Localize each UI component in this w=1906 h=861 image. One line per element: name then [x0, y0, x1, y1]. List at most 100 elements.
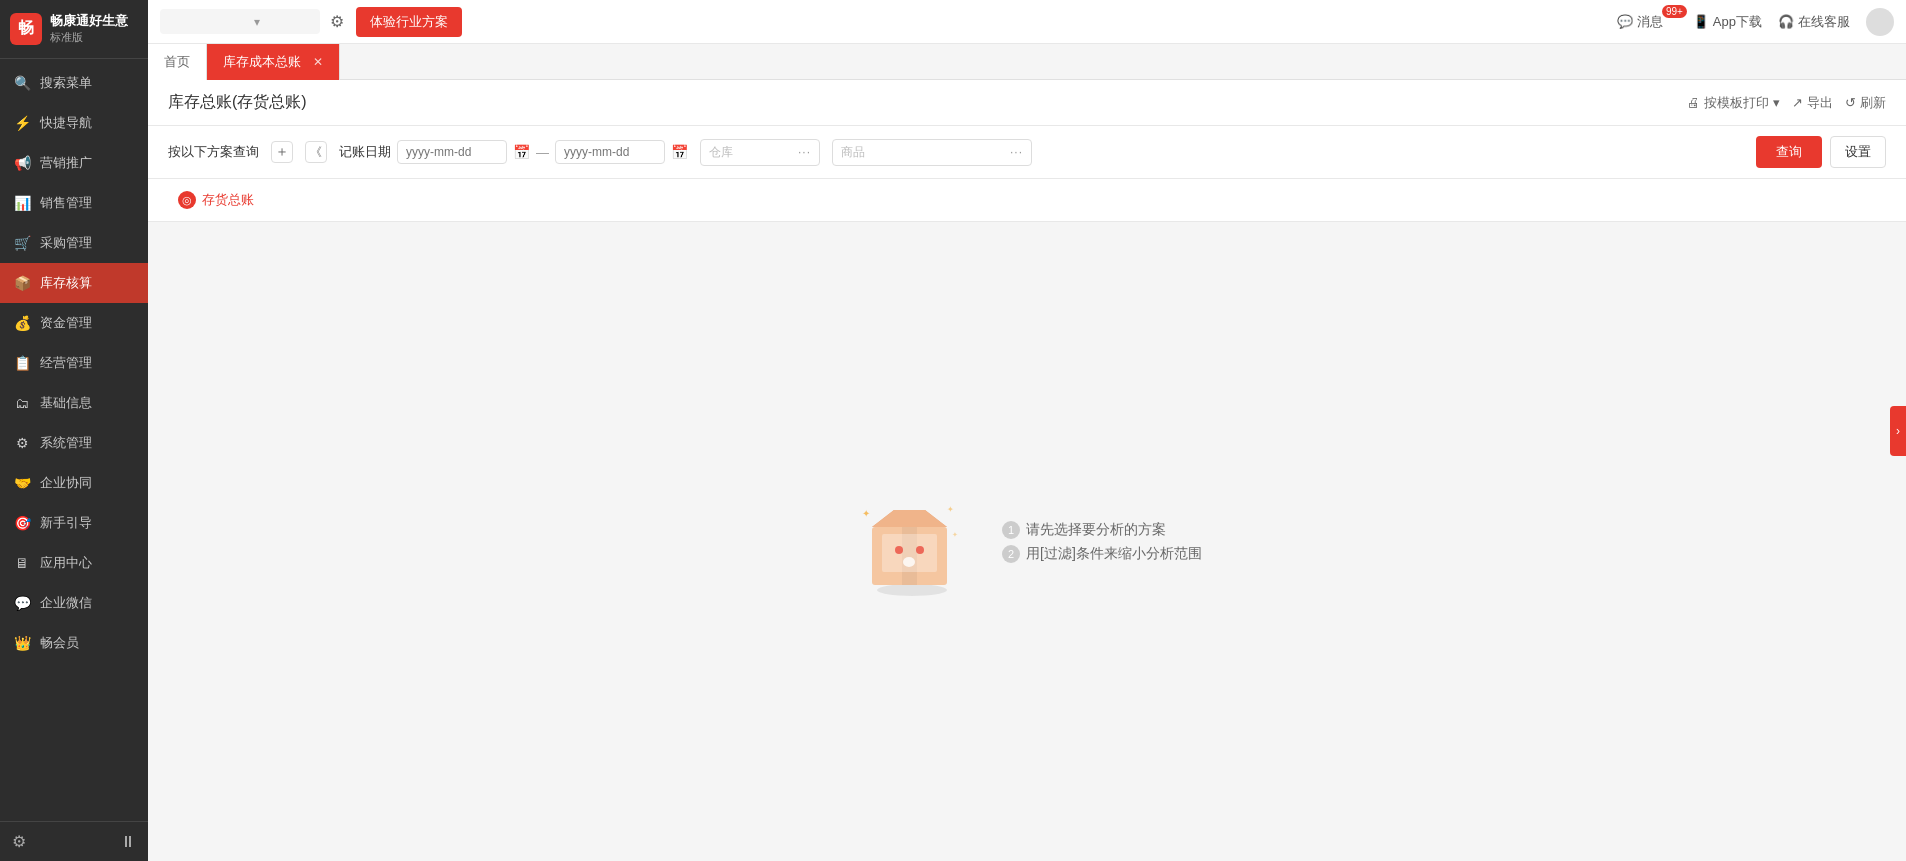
filter-bar: 按以下方案查询 ＋ 《 记账日期 📅 — 📅 仓库 ··· 商品 ··· 查询 — [148, 126, 1906, 179]
scheme-name: 存货总账 — [202, 191, 254, 209]
logo-sub: 标准版 — [50, 30, 128, 45]
date-filter-group: 记账日期 📅 — 📅 — [339, 140, 688, 164]
tabs-bar: 首页 库存成本总账 ✕ — [148, 44, 1906, 80]
headset-icon: 🎧 — [1778, 14, 1794, 29]
sidebar-item-label-basic-info: 基础信息 — [40, 394, 92, 412]
product-select[interactable]: 商品 ··· — [832, 139, 1032, 166]
tab-inventory-cost[interactable]: 库存成本总账 ✕ — [207, 44, 340, 80]
warehouse-select[interactable]: 仓库 ··· — [700, 139, 820, 166]
finance-icon: 💰 — [12, 313, 32, 333]
sidebar-item-finance[interactable]: 💰 资金管理 — [0, 303, 148, 343]
export-label: 导出 — [1807, 94, 1833, 112]
sidebar-item-vip[interactable]: 👑 畅会员 — [0, 623, 148, 663]
collapse-icon[interactable]: ⏸ — [120, 833, 136, 851]
sidebar-item-label-purchase: 采购管理 — [40, 234, 92, 252]
hint2-text: 用[过滤]条件来缩小分析范围 — [1026, 545, 1202, 563]
vip-icon: 👑 — [12, 633, 32, 653]
refresh-label: 刷新 — [1860, 94, 1886, 112]
date-start-input[interactable] — [397, 140, 507, 164]
sidebar-item-label-operations: 经营管理 — [40, 354, 92, 372]
system-icon: ⚙ — [12, 433, 32, 453]
topbar-search[interactable]: ▾ — [160, 9, 320, 34]
sidebar-item-quick-nav[interactable]: ⚡ 快捷导航 — [0, 103, 148, 143]
step2-num: 2 — [1002, 545, 1020, 563]
product-label: 商品 — [841, 144, 865, 161]
sidebar-item-purchase[interactable]: 🛒 采购管理 — [0, 223, 148, 263]
logo-text: 畅康通好生意 标准版 — [50, 12, 128, 46]
svg-point-4 — [895, 546, 903, 554]
scheme-list: ◎ 存货总账 — [148, 179, 1906, 222]
filter-add-button[interactable]: ＋ — [271, 141, 293, 163]
empty-text: 1 请先选择要分析的方案 2 用[过滤]条件来缩小分析范围 — [1002, 515, 1202, 569]
empty-illustration: ✦ ✦ ✦ — [852, 482, 972, 602]
scheme-item[interactable]: ◎ 存货总账 — [168, 187, 264, 213]
app-download-item[interactable]: 📱 App下载 — [1693, 13, 1762, 31]
calendar-start-icon[interactable]: 📅 — [513, 144, 530, 160]
sidebar-logo: 畅 畅康通好生意 标准版 — [0, 0, 148, 59]
settings-button[interactable]: 设置 — [1830, 136, 1886, 168]
chevron-down-icon: ▾ — [254, 15, 260, 29]
close-icon: ✕ — [313, 55, 323, 69]
filter-collapse-button[interactable]: 《 — [305, 141, 327, 163]
sales-icon: 📊 — [12, 193, 32, 213]
sidebar-item-system[interactable]: ⚙ 系统管理 — [0, 423, 148, 463]
inventory-icon: 📦 — [12, 273, 32, 293]
sidebar-item-app-center[interactable]: 🖥 应用中心 — [0, 543, 148, 583]
message-label: 消息 — [1637, 13, 1663, 31]
message-item[interactable]: 💬 消息 99+ — [1617, 13, 1677, 31]
tab-home[interactable]: 首页 — [148, 44, 207, 80]
sidebar-item-marketing[interactable]: 📢 营销推广 — [0, 143, 148, 183]
filter-actions: 查询 设置 — [1756, 136, 1886, 168]
settings-icon[interactable]: ⚙ — [12, 832, 26, 851]
date-end-input[interactable] — [555, 140, 665, 164]
print-chevron-icon: ▾ — [1773, 95, 1780, 110]
svg-point-5 — [916, 546, 924, 554]
print-button[interactable]: 🖨 按模板打印 ▾ — [1687, 94, 1780, 112]
wechat-icon: 💬 — [12, 593, 32, 613]
sidebar-item-label-inventory: 库存核算 — [40, 274, 92, 292]
refresh-button[interactable]: ↺ 刷新 — [1845, 94, 1886, 112]
search-button[interactable]: 查询 — [1756, 136, 1822, 168]
sidebar-item-newbie[interactable]: 🎯 新手引导 — [0, 503, 148, 543]
app-download-label: App下载 — [1713, 13, 1762, 31]
sidebar-item-search-menu[interactable]: 🔍 搜索菜单 — [0, 63, 148, 103]
export-button[interactable]: ↗ 导出 — [1792, 94, 1833, 112]
topbar-left: ▾ ⚙ 体验行业方案 — [160, 7, 1617, 37]
svg-text:✦: ✦ — [947, 505, 954, 514]
sidebar-item-label-enterprise: 企业协同 — [40, 474, 92, 492]
sidebar-item-operations[interactable]: 📋 经营管理 — [0, 343, 148, 383]
tab-close-button[interactable]: ✕ — [305, 55, 323, 69]
sidebar-item-basic-info[interactable]: 🗂 基础信息 — [0, 383, 148, 423]
empty-inner: ✦ ✦ ✦ 1 请先选择要分析的方案 2 用[过滤]条件来缩小分析范围 — [852, 482, 1202, 602]
product-more-icon: ··· — [1010, 145, 1023, 159]
calendar-end-icon[interactable]: 📅 — [671, 144, 688, 160]
topbar-gear-icon[interactable]: ⚙ — [330, 12, 344, 31]
sidebar-nav: 🔍 搜索菜单 ⚡ 快捷导航 📢 营销推广 📊 销售管理 🛒 采购管理 📦 库存核… — [0, 59, 148, 821]
search-placeholder — [170, 13, 230, 30]
sidebar-item-label-newbie: 新手引导 — [40, 514, 92, 532]
sidebar-item-enterprise[interactable]: 🤝 企业协同 — [0, 463, 148, 503]
date-label: 记账日期 — [339, 143, 391, 161]
logo-icon: 畅 — [10, 13, 42, 45]
printer-icon: 🖨 — [1687, 95, 1700, 110]
sidebar-item-label-quick-nav: 快捷导航 — [40, 114, 92, 132]
online-support-item[interactable]: 🎧 在线客服 — [1778, 13, 1850, 31]
sidebar-item-label-finance: 资金管理 — [40, 314, 92, 332]
enterprise-icon: 🤝 — [12, 473, 32, 493]
right-panel-toggle[interactable]: › — [1890, 406, 1906, 456]
sidebar-item-sales[interactable]: 📊 销售管理 — [0, 183, 148, 223]
print-label: 按模板打印 — [1704, 94, 1769, 112]
user-avatar[interactable] — [1866, 8, 1894, 36]
filter-label: 按以下方案查询 — [168, 143, 259, 161]
svg-point-6 — [903, 557, 915, 567]
scheme-icon: ◎ — [178, 191, 196, 209]
sidebar: 畅 畅康通好生意 标准版 🔍 搜索菜单 ⚡ 快捷导航 📢 营销推广 📊 销售管理… — [0, 0, 148, 861]
sidebar-item-wechat[interactable]: 💬 企业微信 — [0, 583, 148, 623]
header-actions: 🖨 按模板打印 ▾ ↗ 导出 ↺ 刷新 — [1687, 94, 1886, 112]
hint1-text: 请先选择要分析的方案 — [1026, 521, 1166, 539]
empty-state: ✦ ✦ ✦ 1 请先选择要分析的方案 2 用[过滤]条件来缩小分析范围 — [148, 222, 1906, 861]
sidebar-item-inventory[interactable]: 📦 库存核算 — [0, 263, 148, 303]
app-center-icon: 🖥 — [12, 553, 32, 573]
industry-solution-button[interactable]: 体验行业方案 — [356, 7, 462, 37]
svg-text:✦: ✦ — [952, 531, 958, 538]
